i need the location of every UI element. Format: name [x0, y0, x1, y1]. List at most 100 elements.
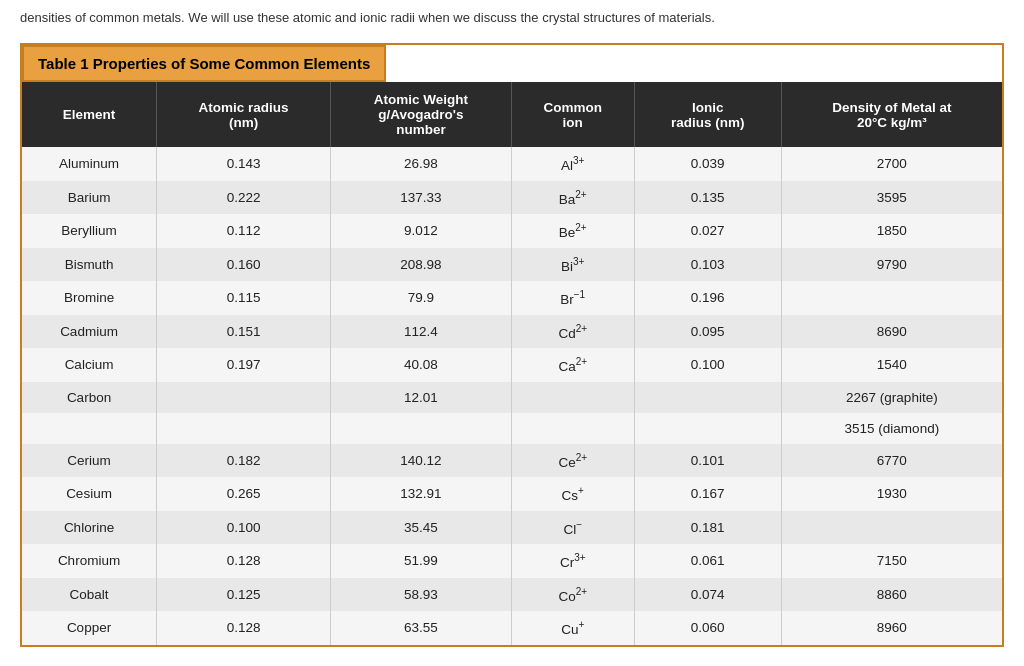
- cell-ionic-radius: 0.095: [634, 315, 781, 349]
- cell-element: Calcium: [22, 348, 157, 382]
- col-header-common-ion: Commonion: [511, 82, 634, 147]
- cell-element: Bismuth: [22, 248, 157, 282]
- cell-common-ion: Cl−: [511, 511, 634, 545]
- cell-common-ion: Ba2+: [511, 181, 634, 215]
- cell-common-ion: Ce2+: [511, 444, 634, 478]
- col-header-ionic-radius: Ionicradius (nm): [634, 82, 781, 147]
- cell-atomic-radius: 0.151: [157, 315, 331, 349]
- cell-density: 1930: [781, 477, 1002, 511]
- table-row: Cadmium0.151112.4Cd2+0.0958690: [22, 315, 1002, 349]
- table-container: Table 1 Properties of Some Common Elemen…: [20, 43, 1004, 647]
- cell-ionic-radius: [634, 382, 781, 413]
- cell-density: [781, 281, 1002, 315]
- table-row: Cesium0.265132.91Cs+0.1671930: [22, 477, 1002, 511]
- cell-atomic-weight: 79.9: [331, 281, 512, 315]
- table-row: Bismuth0.160208.98Bi3+0.1039790: [22, 248, 1002, 282]
- cell-atomic-weight: 137.33: [331, 181, 512, 215]
- cell-common-ion: Ca2+: [511, 348, 634, 382]
- cell-ionic-radius: [634, 413, 781, 444]
- cell-common-ion: Cr3+: [511, 544, 634, 578]
- cell-density: 8960: [781, 611, 1002, 645]
- cell-atomic-radius: 0.222: [157, 181, 331, 215]
- cell-element: Bromine: [22, 281, 157, 315]
- cell-atomic-weight: 35.45: [331, 511, 512, 545]
- cell-atomic-radius: 0.128: [157, 611, 331, 645]
- col-header-atomic-weight: Atomic Weightg/Avogadro'snumber: [331, 82, 512, 147]
- cell-atomic-radius: 0.182: [157, 444, 331, 478]
- cell-atomic-weight: 58.93: [331, 578, 512, 612]
- cell-density: [781, 511, 1002, 545]
- cell-element: Aluminum: [22, 147, 157, 181]
- cell-common-ion: Bi3+: [511, 248, 634, 282]
- cell-element: Cesium: [22, 477, 157, 511]
- table-row: Carbon12.012267 (graphite): [22, 382, 1002, 413]
- cell-density: 1540: [781, 348, 1002, 382]
- col-header-element: Element: [22, 82, 157, 147]
- table-row: Calcium0.19740.08Ca2+0.1001540: [22, 348, 1002, 382]
- cell-atomic-weight: 12.01: [331, 382, 512, 413]
- cell-common-ion: Cs+: [511, 477, 634, 511]
- cell-ionic-radius: 0.181: [634, 511, 781, 545]
- cell-common-ion: Cu+: [511, 611, 634, 645]
- cell-element: Beryllium: [22, 214, 157, 248]
- cell-atomic-weight: 26.98: [331, 147, 512, 181]
- cell-atomic-weight: 208.98: [331, 248, 512, 282]
- cell-density: 3595: [781, 181, 1002, 215]
- cell-ionic-radius: 0.027: [634, 214, 781, 248]
- cell-atomic-radius: 0.100: [157, 511, 331, 545]
- table-row: Chromium0.12851.99Cr3+0.0617150: [22, 544, 1002, 578]
- cell-element: Copper: [22, 611, 157, 645]
- cell-atomic-weight: 140.12: [331, 444, 512, 478]
- cell-ionic-radius: 0.060: [634, 611, 781, 645]
- cell-density: 2267 (graphite): [781, 382, 1002, 413]
- cell-density: 8690: [781, 315, 1002, 349]
- table-row: Cerium0.182140.12Ce2+0.1016770: [22, 444, 1002, 478]
- cell-element: Barium: [22, 181, 157, 215]
- cell-atomic-weight: [331, 413, 512, 444]
- cell-atomic-radius: 0.160: [157, 248, 331, 282]
- cell-density: 9790: [781, 248, 1002, 282]
- cell-atomic-weight: 40.08: [331, 348, 512, 382]
- cell-atomic-radius: 0.197: [157, 348, 331, 382]
- cell-atomic-radius: 0.112: [157, 214, 331, 248]
- table-row: 3515 (diamond): [22, 413, 1002, 444]
- cell-common-ion: Co2+: [511, 578, 634, 612]
- properties-table: Element Atomic radius(nm) Atomic Weightg…: [22, 82, 1002, 645]
- table-title: Table 1 Properties of Some Common Elemen…: [22, 45, 386, 82]
- cell-atomic-radius: 0.143: [157, 147, 331, 181]
- table-row: Aluminum0.14326.98Al3+0.0392700: [22, 147, 1002, 181]
- table-header-row: Element Atomic radius(nm) Atomic Weightg…: [22, 82, 1002, 147]
- cell-atomic-weight: 51.99: [331, 544, 512, 578]
- cell-common-ion: Be2+: [511, 214, 634, 248]
- cell-density: 8860: [781, 578, 1002, 612]
- table-row: Copper0.12863.55Cu+0.0608960: [22, 611, 1002, 645]
- cell-common-ion: Cd2+: [511, 315, 634, 349]
- intro-text: densities of common metals. We will use …: [20, 10, 1004, 25]
- cell-density: 3515 (diamond): [781, 413, 1002, 444]
- cell-element: Cerium: [22, 444, 157, 478]
- cell-ionic-radius: 0.061: [634, 544, 781, 578]
- cell-ionic-radius: 0.196: [634, 281, 781, 315]
- col-header-atomic-radius: Atomic radius(nm): [157, 82, 331, 147]
- cell-density: 2700: [781, 147, 1002, 181]
- cell-common-ion: Al3+: [511, 147, 634, 181]
- cell-ionic-radius: 0.135: [634, 181, 781, 215]
- cell-atomic-radius: 0.265: [157, 477, 331, 511]
- table-row: Chlorine0.10035.45Cl−0.181: [22, 511, 1002, 545]
- table-row: Barium0.222137.33Ba2+0.1353595: [22, 181, 1002, 215]
- cell-density: 7150: [781, 544, 1002, 578]
- cell-element: Chlorine: [22, 511, 157, 545]
- table-row: Bromine0.11579.9Br−10.196: [22, 281, 1002, 315]
- table-row: Cobalt0.12558.93Co2+0.0748860: [22, 578, 1002, 612]
- cell-atomic-radius: 0.125: [157, 578, 331, 612]
- cell-atomic-weight: 132.91: [331, 477, 512, 511]
- cell-atomic-radius: [157, 413, 331, 444]
- cell-common-ion: Br−1: [511, 281, 634, 315]
- cell-density: 1850: [781, 214, 1002, 248]
- cell-ionic-radius: 0.074: [634, 578, 781, 612]
- cell-atomic-radius: [157, 382, 331, 413]
- cell-atomic-weight: 9.012: [331, 214, 512, 248]
- cell-ionic-radius: 0.100: [634, 348, 781, 382]
- table-row: Beryllium0.1129.012Be2+0.0271850: [22, 214, 1002, 248]
- cell-common-ion: [511, 382, 634, 413]
